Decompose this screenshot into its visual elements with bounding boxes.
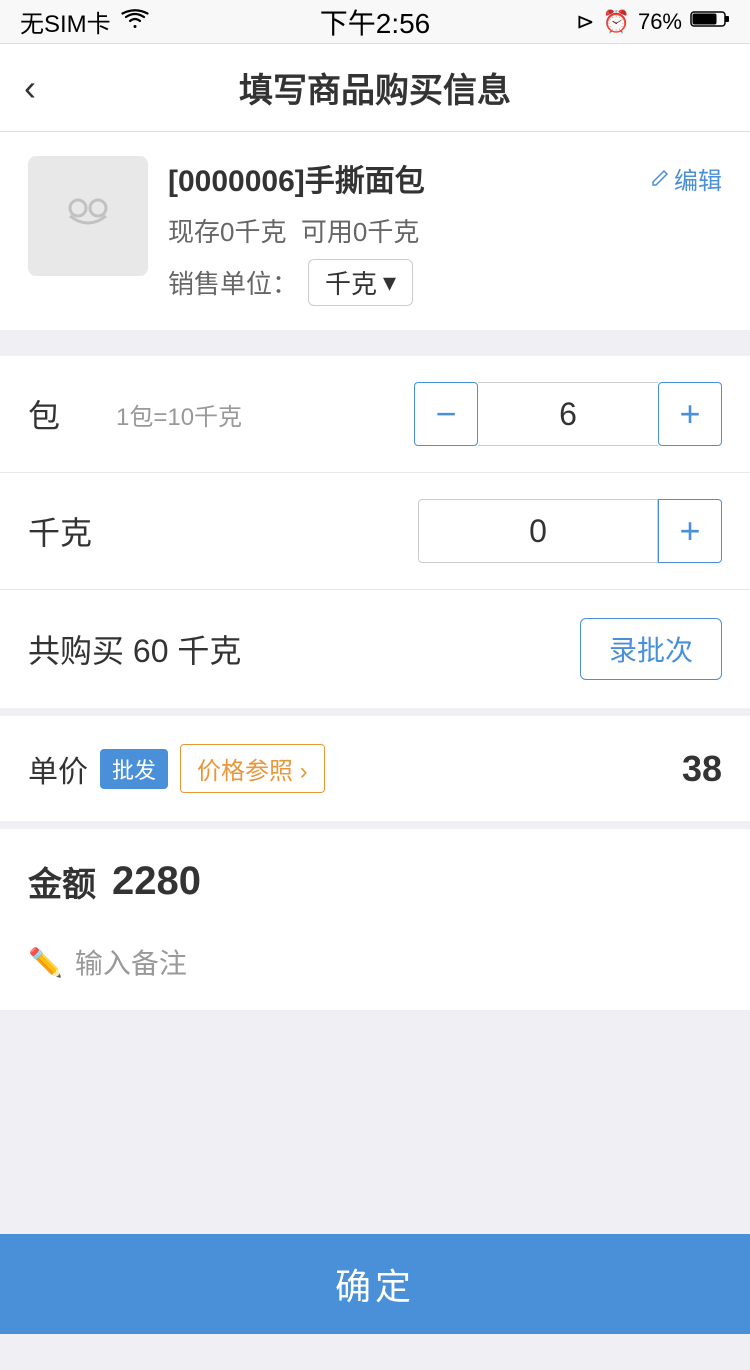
unit-select[interactable]: 千克 ▾ [308,259,413,306]
kg-label: 千克 [28,508,108,554]
price-label: 单价 [28,747,88,791]
product-image [28,156,148,276]
bao-stepper: − + [414,382,722,446]
remark-row[interactable]: ✏️ 输入备注 [28,926,722,1010]
nav-bar: ‹ 填写商品购买信息 [0,44,750,132]
total-label: 共购买 60 千克 [28,626,241,672]
price-tag: 批发 [100,749,168,789]
bao-sublabel: 1包=10千克 [116,397,414,432]
input-section: 包 1包=10千克 − + 千克 + [0,356,750,590]
section-separator-1 [0,338,750,356]
bao-input[interactable] [478,382,658,446]
unit-row: 销售单位： 千克 ▾ [168,259,722,306]
product-name-row: [0000006]手撕面包 编辑 [168,156,722,200]
status-time: 下午2:56 [320,2,431,42]
bao-label: 包 [28,391,108,437]
product-info: [0000006]手撕面包 编辑 现存0千克 可用0千克 销售单位： 千克 ▾ [168,156,722,306]
price-value: 38 [682,748,722,790]
amount-value: 2280 [112,859,201,904]
confirm-button-label: 确定 [335,1258,415,1310]
back-button[interactable]: ‹ [24,67,36,109]
status-left: 无SIM卡 [20,4,149,39]
location-icon: ⊳ [576,9,594,35]
price-section: 单价 批发 价格参照 › 38 [0,716,750,829]
total-row: 共购买 60 千克 录批次 [0,590,750,716]
kg-input[interactable] [418,499,658,563]
carrier-label: 无SIM卡 [20,4,111,39]
amount-section: 金额 2280 ✏️ 输入备注 [0,829,750,1010]
battery-label: 76% [638,9,682,35]
status-bar: 无SIM卡 下午2:56 ⊳ ⏰ 76% [0,0,750,44]
amount-row: 金额 2280 [28,857,722,906]
bao-row: 包 1包=10千克 − + [0,356,750,473]
batch-button[interactable]: 录批次 [580,618,722,680]
product-stock: 现存0千克 可用0千克 [168,212,722,249]
product-name: [0000006]手撕面包 [168,156,425,200]
page-title: 填写商品购买信息 [239,63,511,112]
alarm-icon: ⏰ [603,9,630,35]
battery-icon [690,9,730,35]
kg-row: 千克 + [0,473,750,590]
amount-label: 金额 [28,857,96,906]
edit-button[interactable]: 编辑 [650,161,722,196]
confirm-bar[interactable]: 确定 [0,1234,750,1334]
wifi-icon [121,8,149,36]
pencil-icon: ✏️ [28,946,63,979]
price-ref-button[interactable]: 价格参照 › [180,744,325,793]
kg-stepper: + [418,499,722,563]
status-right: ⊳ ⏰ 76% [576,9,730,35]
remark-placeholder: 输入备注 [75,942,187,982]
kg-increment-button[interactable]: + [658,499,722,563]
bao-decrement-button[interactable]: − [414,382,478,446]
product-card: [0000006]手撕面包 编辑 现存0千克 可用0千克 销售单位： 千克 ▾ [0,132,750,338]
bao-increment-button[interactable]: + [658,382,722,446]
